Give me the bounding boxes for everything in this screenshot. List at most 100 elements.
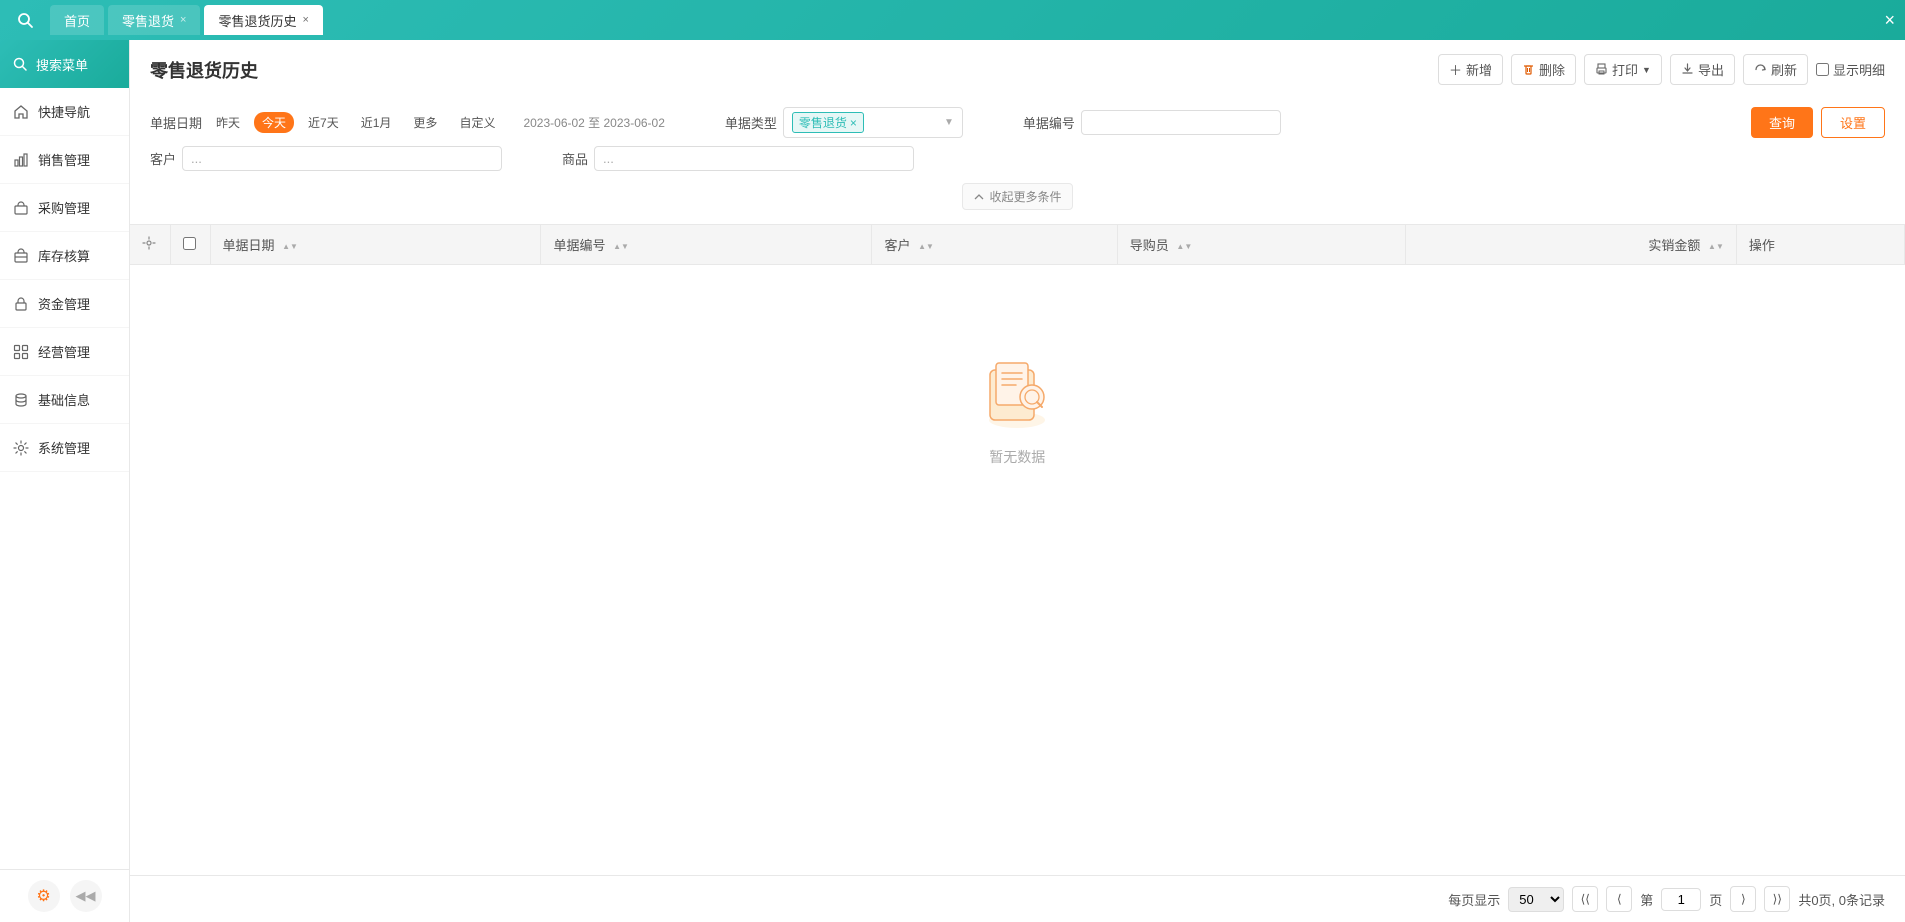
type-filter-select[interactable]: 零售退货 × ▼ [783,107,963,138]
search-icon [12,56,28,72]
new-button[interactable]: ＋ + 新增 新增 [1438,54,1503,85]
first-page-button[interactable]: ⟨⟨ [1572,886,1598,912]
sidebar-item-label: 基础信息 [38,390,90,409]
db-icon [12,391,30,409]
sidebar-item-label: 采购管理 [38,198,90,217]
sidebar-item-system[interactable]: 系统管理 [0,424,129,472]
sidebar-item-label: 库存核算 [38,246,90,265]
th-actions: 操作 [1736,225,1904,265]
customer-dots: ... [191,151,202,166]
volume-bottom-btn[interactable]: ◀◀ [70,880,102,912]
sidebar-item-basic[interactable]: 基础信息 [0,376,129,424]
prev-page-button[interactable]: ⟨ [1606,886,1632,912]
th-amount[interactable]: 实销金额 ▲▼ [1405,225,1736,265]
th-billno[interactable]: 单据编号 ▲▼ [541,225,872,265]
billno-filter-item: 单据编号 [1023,110,1281,135]
page-input[interactable] [1661,888,1701,911]
th-guide[interactable]: 导购员 ▲▼ [1117,225,1405,265]
empty-state: 暂无数据 [130,265,1905,547]
customer-filter-item: 客户 ... [150,146,502,171]
tab-retail-return[interactable]: 零售退货 × [108,5,200,35]
per-page-select[interactable]: 10 20 50 100 [1508,887,1564,912]
delete-button-label: 删除 [1539,60,1565,79]
billno-filter-label: 单据编号 [1023,113,1075,132]
date-more[interactable]: 更多 [405,112,445,133]
sort-amount-icon: ▲▼ [1708,242,1724,251]
sidebar-item-label: 资金管理 [38,294,90,313]
th-settings[interactable] [130,225,170,265]
page-label: 第 [1640,890,1653,909]
sidebar-search-label: 搜索菜单 [36,55,88,74]
print-button[interactable]: 打印 ▼ [1584,54,1662,85]
date-custom[interactable]: 自定义 [451,112,503,133]
goods-filter-label: 商品 [562,149,588,168]
settings-button[interactable]: 设置 [1821,107,1885,138]
tab-retail-return-history[interactable]: 零售退货历史 × [204,5,322,35]
sidebar-item-purchase[interactable]: 采购管理 [0,184,129,232]
billno-filter-input[interactable] [1081,110,1281,135]
data-table: 单据日期 ▲▼ 单据编号 ▲▼ 客户 ▲▼ 导购员 [130,225,1905,547]
type-filter-label: 单据类型 [725,113,777,132]
sidebar-search[interactable]: 搜索菜单 [0,40,129,88]
date-1month[interactable]: 近1月 [353,112,400,133]
tab-bar: + 新增 首页 零售退货 × 零售退货历史 × [50,5,1884,35]
date-filter-label: 单据日期 [150,113,202,132]
table-area: 单据日期 ▲▼ 单据编号 ▲▼ 客户 ▲▼ 导购员 [130,225,1905,875]
th-customer[interactable]: 客户 ▲▼ [872,225,1117,265]
sidebar-item-finance[interactable]: 资金管理 [0,280,129,328]
settings-bottom-btn[interactable]: ⚙ [28,880,60,912]
type-tag-close[interactable]: × [850,116,857,130]
customer-filter-select[interactable]: ... [182,146,502,171]
sidebar-item-sales[interactable]: 销售管理 [0,136,129,184]
goods-filter-select[interactable]: ... [594,146,914,171]
date-today[interactable]: 今天 [254,112,294,133]
sidebar-bottom: ⚙ ◀◀ [0,869,129,922]
query-button[interactable]: 查询 [1751,107,1813,138]
sidebar-item-inventory[interactable]: 库存核算 [0,232,129,280]
display-detail-checkbox[interactable] [1816,63,1829,76]
th-checkbox[interactable] [170,225,210,265]
box-icon [12,247,30,265]
date-yesterday[interactable]: 昨天 [208,112,248,133]
print-button-label: 打印 [1612,60,1638,79]
window-close-button[interactable]: × [1884,10,1895,31]
bar-icon [12,343,30,361]
select-all-checkbox[interactable] [183,237,196,250]
refresh-icon [1754,63,1767,76]
date-filter-item: 单据日期 昨天 今天 近7天 近1月 更多 自定义 [150,112,503,133]
content-area: 零售退货历史 ＋ + 新增 新增 删除 [130,40,1905,922]
refresh-button[interactable]: 刷新 [1743,54,1808,85]
gear-icon [12,439,30,457]
customer-filter-label: 客户 [150,149,176,168]
main-layout: 搜索菜单 快捷导航 销售管理 [0,40,1905,922]
lock-icon [12,295,30,313]
sidebar-item-operations[interactable]: 经营管理 [0,328,129,376]
date-7days[interactable]: 近7天 [300,112,347,133]
sidebar-item-quick-nav[interactable]: 快捷导航 [0,88,129,136]
next-page-button[interactable]: ⟩ [1730,886,1756,912]
sort-customer-icon: ▲▼ [918,242,934,251]
delete-icon [1522,63,1535,76]
content-header: 零售退货历史 ＋ + 新增 新增 删除 [130,40,1905,225]
empty-text: 暂无数据 [989,447,1045,467]
date-range-value: 2023-06-02 至 2023-06-02 [523,114,664,131]
last-page-button[interactable]: ⟩⟩ [1764,886,1790,912]
chart-icon [12,151,30,169]
sidebar-item-label: 系统管理 [38,438,90,457]
export-icon [1681,63,1694,76]
per-page-label: 每页显示 [1448,890,1500,909]
refresh-button-label: 刷新 [1771,60,1797,79]
empty-state-cell: 暂无数据 [130,265,1905,548]
export-button[interactable]: 导出 [1670,54,1735,85]
date-range-item: 2023-06-02 至 2023-06-02 [523,114,664,131]
th-date[interactable]: 单据日期 ▲▼ [210,225,541,265]
pagination-bar: 每页显示 10 20 50 100 ⟨⟨ ⟨ 第 页 ⟩ ⟩⟩ 共0页, 0条记… [130,875,1905,922]
total-label: 共0页, 0条记录 [1798,890,1885,909]
tab-retail-return-history-close[interactable]: × [302,14,308,26]
tab-retail-return-close[interactable]: × [180,14,186,26]
delete-button[interactable]: 删除 [1511,54,1576,85]
tab-home[interactable]: + 新增 首页 [50,5,104,35]
collapse-button[interactable]: 收起更多条件 [962,183,1072,210]
display-detail-toggle[interactable]: 显示明细 [1816,60,1885,79]
bag-icon [12,199,30,217]
